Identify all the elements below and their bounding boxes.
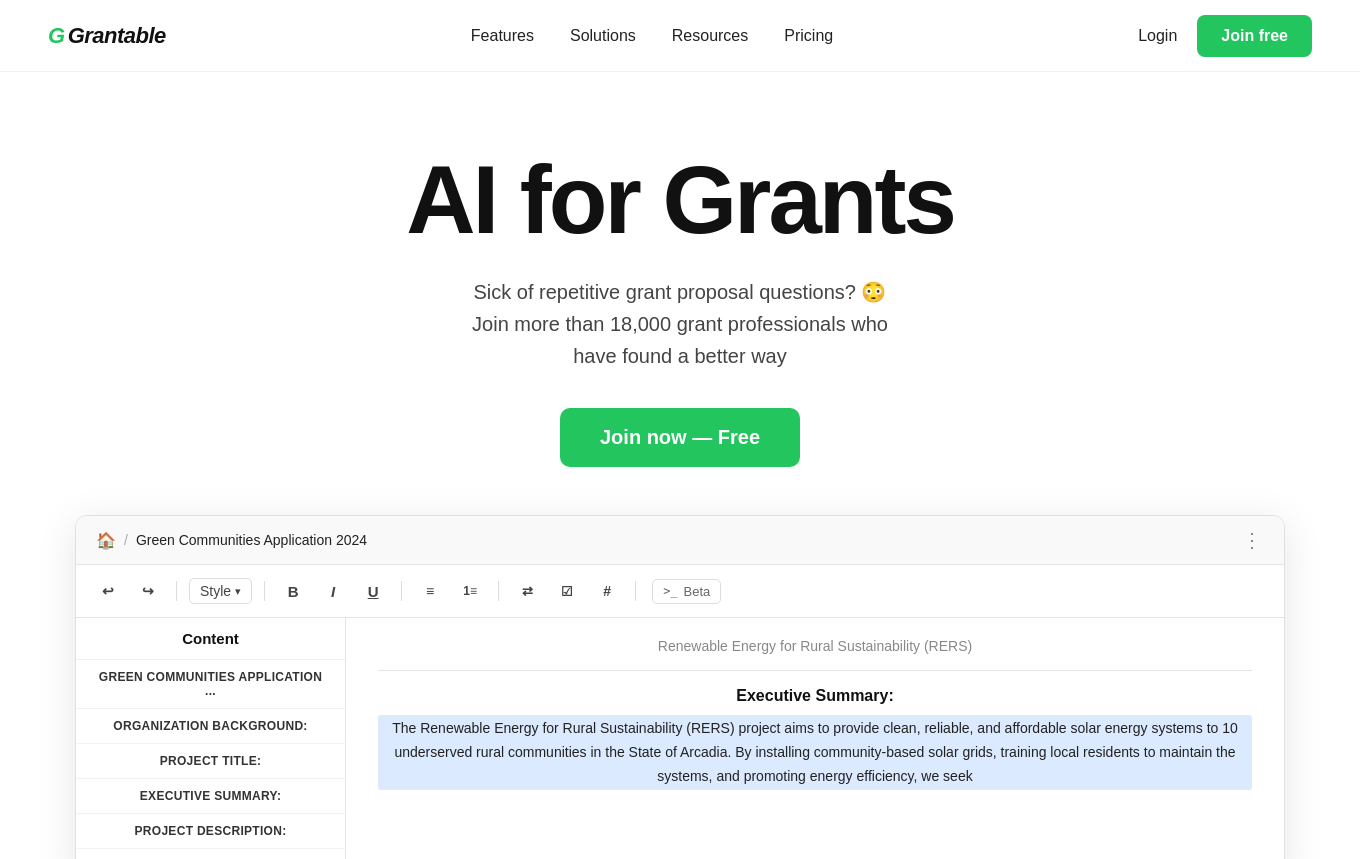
style-dropdown[interactable]: Style ▾ xyxy=(189,578,252,604)
navbar: GGrantable Features Solutions Resources … xyxy=(0,0,1360,72)
app-preview: 🏠 / Green Communities Application 2024 ⋮… xyxy=(75,515,1285,859)
beta-label: Beta xyxy=(684,584,711,599)
login-link[interactable]: Login xyxy=(1138,27,1177,45)
breadcrumb-page: Green Communities Application 2024 xyxy=(136,532,367,548)
sidebar-item-4[interactable]: PROJECT DESCRIPTION: xyxy=(76,814,345,849)
toolbar-separator-4 xyxy=(498,581,499,601)
nav-solutions[interactable]: Solutions xyxy=(570,27,636,45)
undo-button[interactable]: ↩ xyxy=(92,575,124,607)
content-section-body: The Renewable Energy for Rural Sustainab… xyxy=(378,715,1252,790)
home-icon: 🏠 xyxy=(96,531,116,550)
sidebar-item-5[interactable]: OUTCOMES AND IMPACT: xyxy=(76,849,345,859)
hero-section: AI for Grants Sick of repetitive grant p… xyxy=(0,72,1360,859)
more-options-icon[interactable]: ⋮ xyxy=(1242,528,1264,552)
nav-features[interactable]: Features xyxy=(471,27,534,45)
logo-g-icon: G xyxy=(48,23,65,49)
beta-indicator: >_ Beta xyxy=(652,579,721,604)
italic-button[interactable]: I xyxy=(317,575,349,607)
toolbar-separator-3 xyxy=(401,581,402,601)
hero-subtitle-line1: Sick of repetitive grant proposal questi… xyxy=(472,276,888,308)
content-prev-section: Renewable Energy for Rural Sustainabilit… xyxy=(378,618,1252,790)
breadcrumb-separator: / xyxy=(124,532,128,548)
brand-logo[interactable]: GGrantable xyxy=(48,23,166,49)
editor-body: Content GREEN COMMUNITIES APPLICATION ..… xyxy=(76,618,1284,859)
redo-button[interactable]: ↪ xyxy=(132,575,164,607)
nav-links: Features Solutions Resources Pricing xyxy=(471,27,833,45)
content-sidebar: Content GREEN COMMUNITIES APPLICATION ..… xyxy=(76,618,346,859)
editor-toolbar: ↩ ↪ Style ▾ B I U ≡ 1≡ ⇄ ☑ # >_ Beta xyxy=(76,565,1284,618)
toolbar-separator-2 xyxy=(264,581,265,601)
sidebar-item-2[interactable]: PROJECT TITLE: xyxy=(76,744,345,779)
sidebar-item-1[interactable]: ORGANIZATION BACKGROUND: xyxy=(76,709,345,744)
bullet-list-button[interactable]: ≡ xyxy=(414,575,446,607)
hero-title: AI for Grants xyxy=(406,152,954,248)
chevron-down-icon: ▾ xyxy=(235,585,241,598)
content-section-heading: Executive Summary: xyxy=(378,687,1252,705)
terminal-icon: >_ xyxy=(663,584,677,598)
sidebar-header: Content xyxy=(76,618,345,660)
style-label: Style xyxy=(200,583,231,599)
nav-resources[interactable]: Resources xyxy=(672,27,748,45)
hero-cta-button[interactable]: Join now — Free xyxy=(560,408,800,467)
sidebar-item-3[interactable]: EXECUTIVE SUMMARY: xyxy=(76,779,345,814)
underline-button[interactable]: U xyxy=(357,575,389,607)
editor-content: Renewable Energy for Rural Sustainabilit… xyxy=(346,618,1284,859)
logo-text: Grantable xyxy=(68,23,166,49)
link-button[interactable]: ⇄ xyxy=(511,575,543,607)
hero-subtitle-line2: Join more than 18,000 grant professional… xyxy=(472,308,888,340)
hashtag-button[interactable]: # xyxy=(591,575,623,607)
nav-pricing[interactable]: Pricing xyxy=(784,27,833,45)
nav-right: Login Join free xyxy=(1138,15,1312,57)
hero-subtitle-line3: have found a better way xyxy=(472,340,888,372)
app-topbar: 🏠 / Green Communities Application 2024 ⋮ xyxy=(76,516,1284,565)
breadcrumb: 🏠 / Green Communities Application 2024 xyxy=(96,531,367,550)
toolbar-separator-1 xyxy=(176,581,177,601)
content-prev-text: Renewable Energy for Rural Sustainabilit… xyxy=(378,638,1252,662)
sidebar-item-0[interactable]: GREEN COMMUNITIES APPLICATION ... xyxy=(76,660,345,709)
bold-button[interactable]: B xyxy=(277,575,309,607)
hero-subtitle: Sick of repetitive grant proposal questi… xyxy=(472,276,888,372)
content-divider xyxy=(378,670,1252,671)
checkbox-button[interactable]: ☑ xyxy=(551,575,583,607)
join-free-button[interactable]: Join free xyxy=(1197,15,1312,57)
ordered-list-button[interactable]: 1≡ xyxy=(454,575,486,607)
toolbar-separator-5 xyxy=(635,581,636,601)
